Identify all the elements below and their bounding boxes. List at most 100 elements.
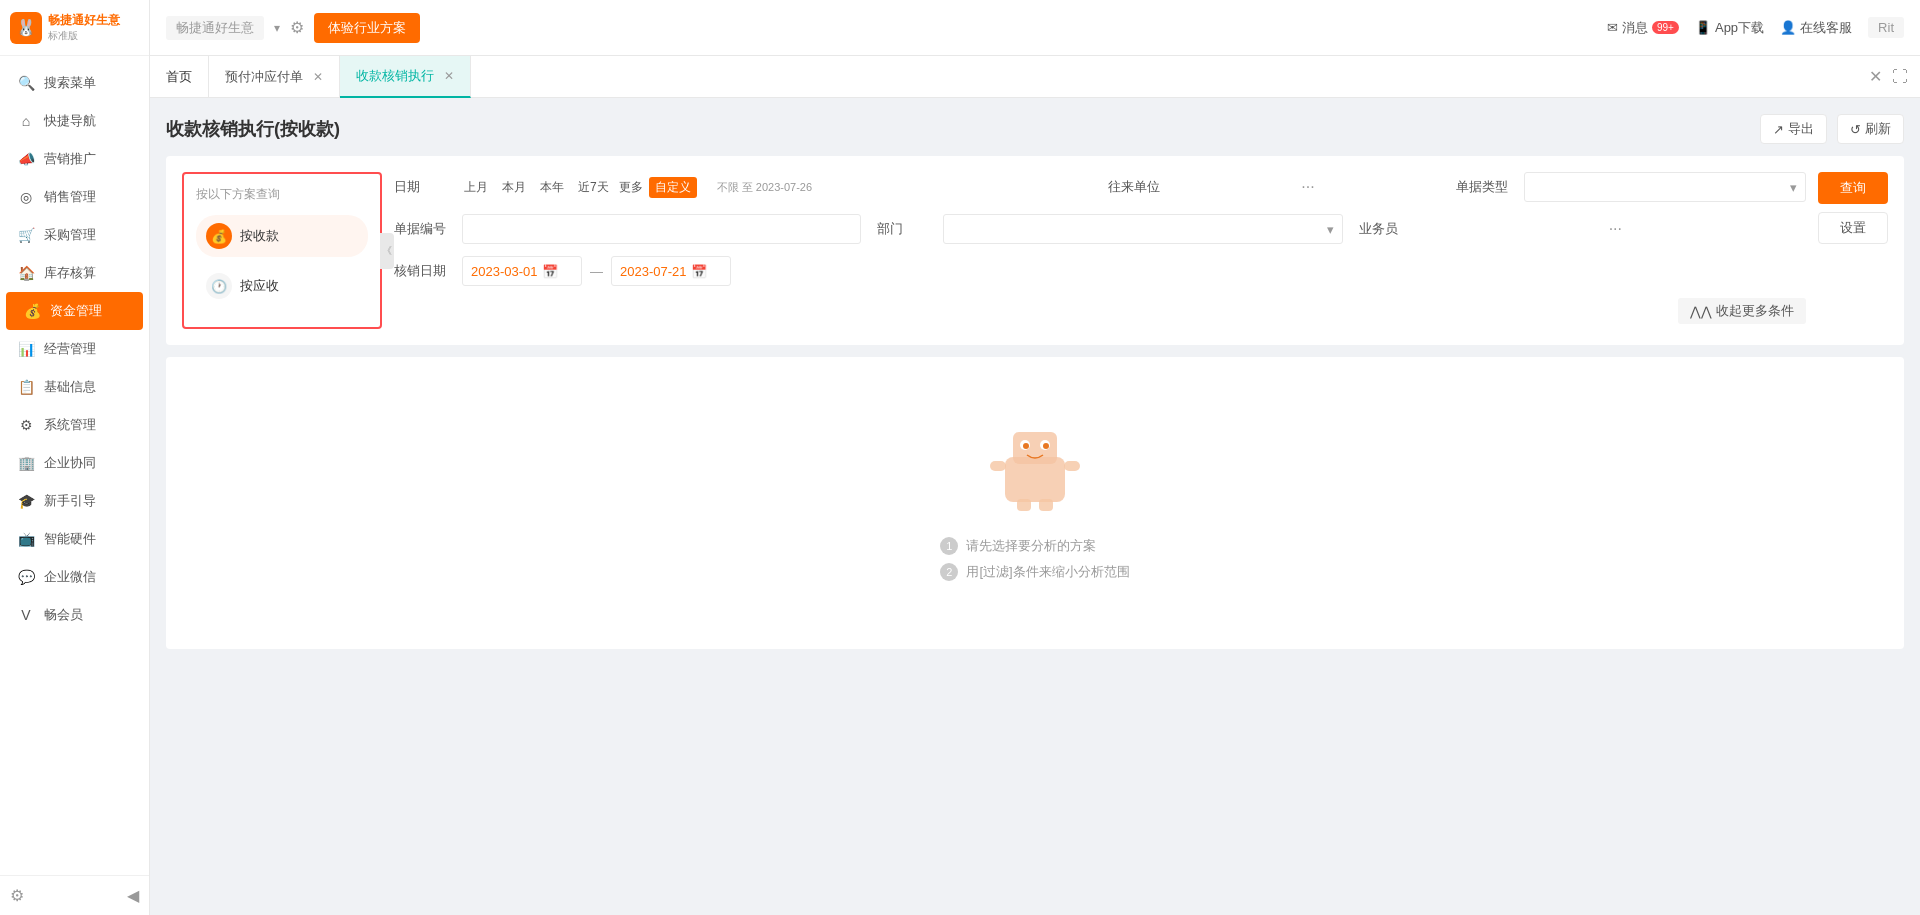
tab-label-receipt-writeoff: 收款核销执行 (356, 67, 434, 85)
sidebar-settings-icon[interactable]: ⚙ (10, 886, 24, 905)
staff-input[interactable]: ··· (1425, 220, 1806, 238)
writeoff-date-label: 核销日期 (394, 262, 446, 280)
date-shortcut-last-month[interactable]: 上月 (460, 177, 492, 198)
export-icon: ↗ (1773, 122, 1784, 137)
tab-close-icon[interactable]: ✕ (1869, 67, 1882, 86)
topbar-right: ✉ 消息 99+ 📱 App下载 👤 在线客服 Rit (1607, 17, 1904, 38)
smart-hw-icon: 📺 (16, 531, 36, 547)
tabbar-actions: ✕ ⛶ (1869, 67, 1920, 86)
filter-left-panel: 按以下方案查询 💰 按收款 🕐 按应收 《 (182, 172, 382, 329)
date-shortcut-this-year[interactable]: 本年 (536, 177, 568, 198)
date-shortcuts: 上月 本月 本年 近7天 更多 自定义 (460, 177, 697, 198)
staff-label: 业务员 (1359, 220, 1409, 238)
dept-label: 部门 (877, 220, 927, 238)
collapse-conditions-row: ⋀⋀ 收起更多条件 (394, 298, 1806, 324)
sidebar-item-inventory[interactable]: 🏠 库存核算 (0, 254, 149, 292)
finance-icon: 💰 (22, 303, 42, 319)
doc-type-select[interactable]: ▾ (1524, 172, 1806, 202)
writeoff-date-end-input[interactable]: 2023-07-21 📅 (611, 256, 731, 286)
svg-rect-6 (1017, 499, 1031, 511)
date-shortcut-this-month[interactable]: 本月 (498, 177, 530, 198)
sidebar-item-sales[interactable]: ◎ 销售管理 (0, 178, 149, 216)
sidebar-item-beginner[interactable]: 🎓 新手引导 (0, 482, 149, 520)
writeoff-end-text: 2023-07-21 (620, 264, 687, 279)
sidebar-item-quick-nav[interactable]: ⌂ 快捷导航 (0, 102, 149, 140)
basic-info-icon: 📋 (16, 379, 36, 395)
tab-home[interactable]: 首页 (150, 56, 209, 98)
sidebar-item-search-menu[interactable]: 🔍 搜索菜单 (0, 64, 149, 102)
by-receipt-icon: 💰 (206, 223, 232, 249)
filter-row-3: 核销日期 2023-03-01 📅 — 2023-07-21 📅 (394, 256, 1806, 286)
date-range-dash: — (590, 264, 603, 279)
sidebar-item-operation[interactable]: 📊 经营管理 (0, 330, 149, 368)
sidebar-item-enterprise[interactable]: 🏢 企业协同 (0, 444, 149, 482)
sidebar-item-vip[interactable]: V 畅会员 (0, 596, 149, 634)
sidebar-collapse-icon[interactable]: ◀ (127, 886, 139, 905)
topbar-dropdown-icon[interactable]: ▾ (274, 21, 280, 35)
filter-right-panel: 日期 上月 本月 本年 近7天 更多 自定义 不限 至 2023-07-26 (394, 172, 1806, 329)
sidebar-item-smart-hw[interactable]: 📺 智能硬件 (0, 520, 149, 558)
tab-maximize-icon[interactable]: ⛶ (1892, 68, 1908, 86)
empty-state: 1 请先选择要分析的方案 2 用[过滤]条件来缩小分析范围 (166, 357, 1904, 649)
sidebar-item-finance[interactable]: 💰 资金管理 (6, 292, 143, 330)
writeoff-end-calendar-icon: 📅 (691, 264, 707, 279)
beginner-icon: 🎓 (16, 493, 36, 509)
svg-point-5 (1043, 443, 1049, 449)
logo-icon: 🐰 (10, 12, 42, 44)
doc-number-label: 单据编号 (394, 220, 446, 238)
export-button[interactable]: ↗ 导出 (1760, 114, 1827, 144)
logo-text: 畅捷通好生意 标准版 (48, 13, 120, 42)
tab-close-prepay[interactable]: ✕ (313, 70, 323, 84)
inventory-icon: 🏠 (16, 265, 36, 281)
topbar-gear-icon[interactable]: ⚙ (290, 18, 304, 37)
writeoff-date-range: 2023-03-01 📅 — 2023-07-21 📅 (462, 256, 731, 286)
user-profile[interactable]: Rit (1868, 17, 1904, 38)
sales-icon: ◎ (16, 189, 36, 205)
date-shortcut-custom[interactable]: 自定义 (649, 177, 697, 198)
online-service-button[interactable]: 👤 在线客服 (1780, 19, 1852, 37)
date-shortcut-more[interactable]: 更多 (619, 179, 643, 196)
service-icon: 👤 (1780, 20, 1796, 35)
search-menu-icon: 🔍 (16, 75, 36, 91)
sidebar-item-marketing[interactable]: 📣 营销推广 (0, 140, 149, 178)
sidebar-item-wechat[interactable]: 💬 企业微信 (0, 558, 149, 596)
tip-number-2: 2 (940, 563, 958, 581)
partner-input[interactable]: ··· (1176, 178, 1440, 196)
page-content: 收款核销执行(按收款) ↗ 导出 ↺ 刷新 按以下方案查询 💰 按收款 (150, 98, 1920, 915)
date-label: 日期 (394, 178, 444, 196)
sidebar-item-purchase[interactable]: 🛒 采购管理 (0, 216, 149, 254)
writeoff-date-start-input[interactable]: 2023-03-01 📅 (462, 256, 582, 286)
svg-rect-9 (1064, 461, 1080, 471)
quick-nav-icon: ⌂ (16, 113, 36, 129)
sidebar-item-basic-info[interactable]: 📋 基础信息 (0, 368, 149, 406)
date-no-limit: 不限 至 2023-07-26 (717, 180, 812, 195)
query-actions: 查询 设置 (1818, 172, 1888, 329)
doc-number-input[interactable] (462, 214, 861, 244)
sidebar-item-system[interactable]: ⚙ 系统管理 (0, 406, 149, 444)
filter-option-by-receipt[interactable]: 💰 按收款 (196, 215, 368, 257)
by-receivable-label: 按应收 (240, 277, 279, 295)
app-icon: 📱 (1695, 20, 1711, 35)
sidebar-logo: 🐰 畅捷通好生意 标准版 (0, 0, 149, 56)
settings-button[interactable]: 设置 (1818, 212, 1888, 244)
refresh-button[interactable]: ↺ 刷新 (1837, 114, 1904, 144)
tab-prepay[interactable]: 预付冲应付单✕ (209, 56, 340, 98)
solution-button[interactable]: 体验行业方案 (314, 13, 420, 43)
page-header-actions: ↗ 导出 ↺ 刷新 (1760, 114, 1904, 144)
filter-collapse-button[interactable]: 《 (380, 233, 394, 269)
date-shortcut-7days[interactable]: 近7天 (574, 177, 613, 198)
vip-icon: V (16, 607, 36, 623)
dept-select[interactable]: ▾ (943, 214, 1342, 244)
app-download-button[interactable]: 📱 App下载 (1695, 19, 1764, 37)
svg-rect-1 (1013, 432, 1057, 464)
query-button[interactable]: 查询 (1818, 172, 1888, 204)
doc-type-chevron-icon: ▾ (1790, 180, 1797, 195)
tab-receipt-writeoff[interactable]: 收款核销执行 ✕ (340, 56, 471, 98)
collapse-conditions-button[interactable]: ⋀⋀ 收起更多条件 (1678, 298, 1806, 324)
tab-close-receipt-writeoff[interactable]: ✕ (444, 69, 454, 83)
filter-option-by-receivable[interactable]: 🕐 按应收 (196, 265, 368, 307)
filter-container: 按以下方案查询 💰 按收款 🕐 按应收 《 日期 上月 (166, 156, 1904, 345)
refresh-icon: ↺ (1850, 122, 1861, 137)
operation-icon: 📊 (16, 341, 36, 357)
messages-button[interactable]: ✉ 消息 99+ (1607, 19, 1679, 37)
